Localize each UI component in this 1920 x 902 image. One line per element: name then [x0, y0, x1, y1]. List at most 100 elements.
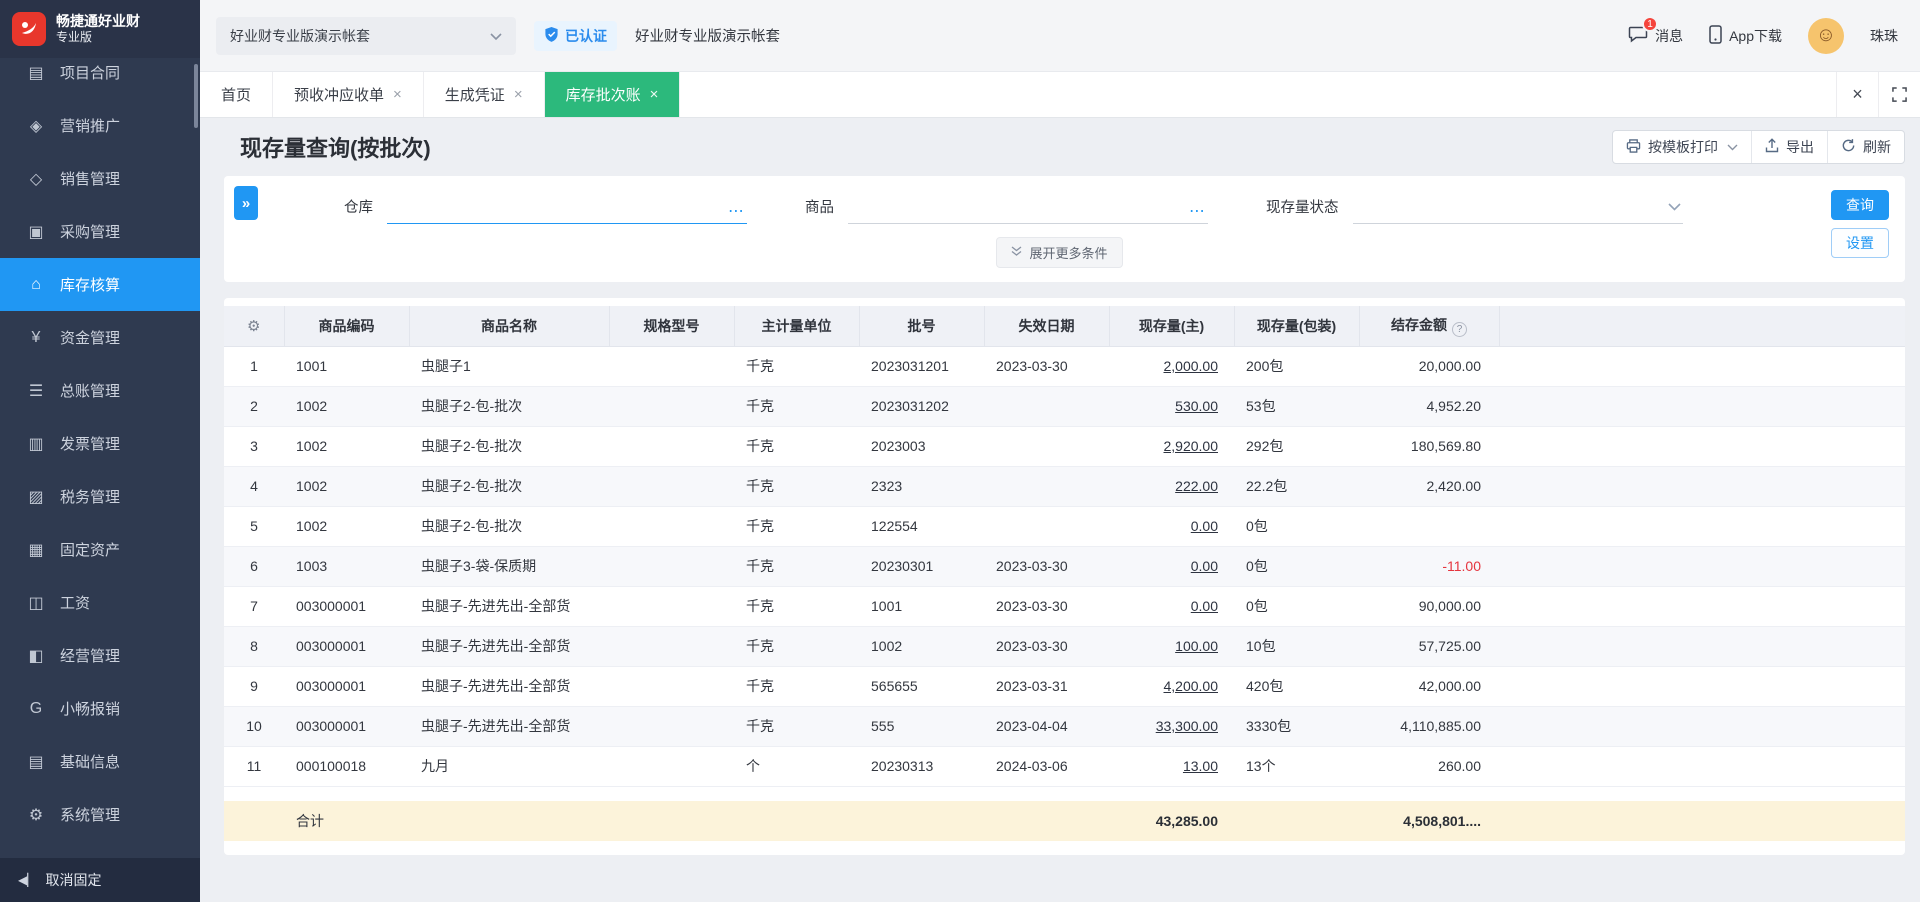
query-button[interactable]: 查询 — [1831, 190, 1889, 220]
column-header-qty-main[interactable]: 现存量(主) — [1109, 306, 1235, 347]
qty-main-link[interactable]: 13.00 — [1183, 758, 1218, 774]
avatar[interactable]: ☺ — [1808, 17, 1844, 54]
ellipsis-picker-icon[interactable]: ⋯ — [1189, 204, 1206, 220]
close-tab-icon[interactable]: × — [514, 86, 523, 103]
sidebar-item[interactable]: ▣ 采购管理 — [0, 205, 200, 258]
print-by-template-label: 按模板打印 — [1648, 139, 1718, 155]
sidebar-item[interactable]: ⌂ 库存核算 — [0, 258, 200, 311]
table-row[interactable]: 9 003000001 虫腿子-先进先出-全部货 千克 565655 2023-… — [224, 666, 1905, 707]
sidebar-item[interactable]: ◫ 工资 — [0, 576, 200, 629]
print-by-template-button[interactable]: 按模板打印 — [1613, 131, 1751, 163]
app-logo[interactable]: 畅捷通好业财 专业版 — [0, 0, 200, 58]
close-tab-icon[interactable]: × — [650, 86, 659, 103]
close-tab-icon[interactable]: × — [393, 86, 402, 103]
table-row[interactable]: 6 1003 虫腿子3-袋-保质期 千克 20230301 2023-03-30… — [224, 546, 1905, 587]
expiry-date-cell: 2023-03-30 — [984, 586, 1109, 627]
tab[interactable]: 生成凭证 × — [424, 72, 545, 117]
qty-main-cell: 0.00 — [1109, 586, 1234, 627]
qty-main-link[interactable]: 0.00 — [1191, 598, 1218, 614]
column-header-product-name[interactable]: 商品名称 — [409, 306, 610, 347]
filler-cell — [1499, 706, 1905, 747]
tab[interactable]: 首页 — [200, 72, 274, 117]
column-header-batch-no[interactable]: 批号 — [859, 306, 985, 347]
qty-main-link[interactable]: 530.00 — [1175, 398, 1218, 414]
sidebar-item[interactable]: ☰ 总账管理 — [0, 364, 200, 417]
sidebar-item-icon: ▨ — [28, 488, 44, 506]
table-row[interactable]: 1 1001 虫腿子1 千克 2023031201 2023-03-30 2,0… — [224, 346, 1905, 387]
refresh-button[interactable]: 刷新 — [1827, 131, 1904, 163]
sidebar-item[interactable]: G 小畅报销 — [0, 682, 200, 735]
sidebar-item-icon: ▦ — [28, 541, 44, 559]
product-name-cell: 虫腿子-先进先出-全部货 — [409, 666, 609, 707]
column-header-main-unit[interactable]: 主计量单位 — [734, 306, 860, 347]
app-download-button[interactable]: App下载 — [1709, 24, 1782, 47]
sidebar-item[interactable]: ▨ 税务管理 — [0, 470, 200, 523]
qty-main-link[interactable]: 100.00 — [1175, 638, 1218, 654]
table-row[interactable]: 10 003000001 虫腿子-先进先出-全部货 千克 555 2023-04… — [224, 706, 1905, 747]
sidebar-item[interactable]: ¥ 资金管理 — [0, 311, 200, 364]
product-code-cell: 003000001 — [284, 626, 409, 667]
table-row[interactable]: 7 003000001 虫腿子-先进先出-全部货 千克 1001 2023-03… — [224, 586, 1905, 627]
qty-main-cell: 530.00 — [1109, 386, 1234, 427]
sidebar-item[interactable]: ▤ 项目合同 — [0, 58, 200, 99]
sidebar-item-icon: ◇ — [29, 170, 43, 188]
sidebar-item-icon: ⚙ — [28, 806, 44, 824]
table-row[interactable]: 3 1002 虫腿子2-包-批次 千克 2023003 2,920.00 292… — [224, 426, 1905, 467]
qty-main-link[interactable]: 2,000.00 — [1164, 358, 1219, 374]
settings-button[interactable]: 设置 — [1831, 228, 1889, 258]
qty-main-link[interactable]: 33,300.00 — [1156, 718, 1218, 734]
sidebar-item[interactable]: ◈ 营销推广 — [0, 99, 200, 152]
qty-main-link[interactable]: 2,920.00 — [1164, 438, 1219, 454]
export-button[interactable]: 导出 — [1751, 131, 1827, 163]
column-settings-gear-icon[interactable]: ⚙ — [247, 318, 260, 335]
table-row[interactable]: 4 1002 虫腿子2-包-批次 千克 2323 222.00 22.2包 2,… — [224, 466, 1905, 507]
spec-cell — [609, 386, 734, 427]
main-unit-cell: 千克 — [734, 466, 859, 507]
expand-filter-sidebar-button[interactable]: » — [234, 186, 258, 220]
close-all-tabs-button[interactable]: × — [1836, 72, 1878, 117]
username[interactable]: 珠珠 — [1870, 26, 1898, 46]
column-header-qty-package[interactable]: 现存量(包装) — [1234, 306, 1360, 347]
tab[interactable]: 预收冲应收单 × — [273, 72, 424, 117]
sidebar-item[interactable]: ◧ 经营管理 — [0, 629, 200, 682]
account-set-switcher[interactable]: 好业财专业版演示帐套 — [216, 16, 516, 55]
sidebar-item[interactable]: ▥ 发票管理 — [0, 417, 200, 470]
column-header-balance-amount[interactable]: 结存金额? — [1359, 306, 1500, 347]
table-row[interactable]: 11 000100018 九月 个 20230313 2024-03-06 13… — [224, 746, 1905, 787]
qty-main-link[interactable]: 222.00 — [1175, 478, 1218, 494]
unpin-sidebar-button[interactable]: ◀▏ 取消固定 — [0, 858, 200, 902]
product-code-cell: 003000001 — [284, 586, 409, 627]
fullscreen-button[interactable] — [1878, 72, 1920, 117]
sidebar-item-icon: ◈ — [29, 117, 43, 135]
qty-main-link[interactable]: 0.00 — [1191, 518, 1218, 534]
product-name-cell: 虫腿子2-包-批次 — [409, 506, 609, 547]
help-icon[interactable]: ? — [1452, 321, 1467, 337]
sidebar-scrollbar-thumb[interactable] — [194, 64, 198, 128]
table-row[interactable]: 5 1002 虫腿子2-包-批次 千克 122554 0.00 0包 — [224, 506, 1905, 547]
sidebar-item[interactable]: ◇ 销售管理 — [0, 152, 200, 205]
balance-amount-cell: 57,725.00 — [1359, 626, 1499, 667]
tab[interactable]: 库存批次账 × — [544, 72, 681, 117]
column-header-expiry-date[interactable]: 失效日期 — [984, 306, 1110, 347]
sidebar-item[interactable]: ▤ 基础信息 — [0, 735, 200, 788]
qty-main-link[interactable]: 4,200.00 — [1164, 678, 1219, 694]
warehouse-input[interactable]: ⋯ — [387, 194, 747, 224]
table-row[interactable]: 2 1002 虫腿子2-包-批次 千克 2023031202 530.00 53… — [224, 386, 1905, 427]
qty-package-cell: 200包 — [1234, 346, 1359, 387]
sidebar-item-label: 库存核算 — [60, 277, 121, 294]
messages-button[interactable]: 1 消息 — [1628, 16, 1683, 46]
stock-status-select[interactable] — [1352, 194, 1683, 224]
column-header-product-code[interactable]: 商品编码 — [284, 306, 410, 347]
sidebar-item-icon: ¥ — [31, 328, 41, 346]
expand-more-conditions-button[interactable]: 展开更多条件 — [996, 237, 1123, 268]
sidebar-item[interactable]: ⚙ 系统管理 — [0, 788, 200, 841]
sidebar-item[interactable]: ▦ 固定资产 — [0, 523, 200, 576]
column-header-spec[interactable]: 规格型号 — [609, 306, 735, 347]
product-input[interactable]: ⋯ — [848, 194, 1208, 224]
product-code-cell: 1001 — [284, 346, 409, 387]
sidebar-item-label: 小畅报销 — [60, 701, 121, 718]
qty-main-link[interactable]: 0.00 — [1191, 558, 1218, 574]
ellipsis-picker-icon[interactable]: ⋯ — [728, 204, 745, 220]
certified-label: 已认证 — [565, 27, 607, 44]
table-row[interactable]: 8 003000001 虫腿子-先进先出-全部货 千克 1002 2023-03… — [224, 626, 1905, 667]
